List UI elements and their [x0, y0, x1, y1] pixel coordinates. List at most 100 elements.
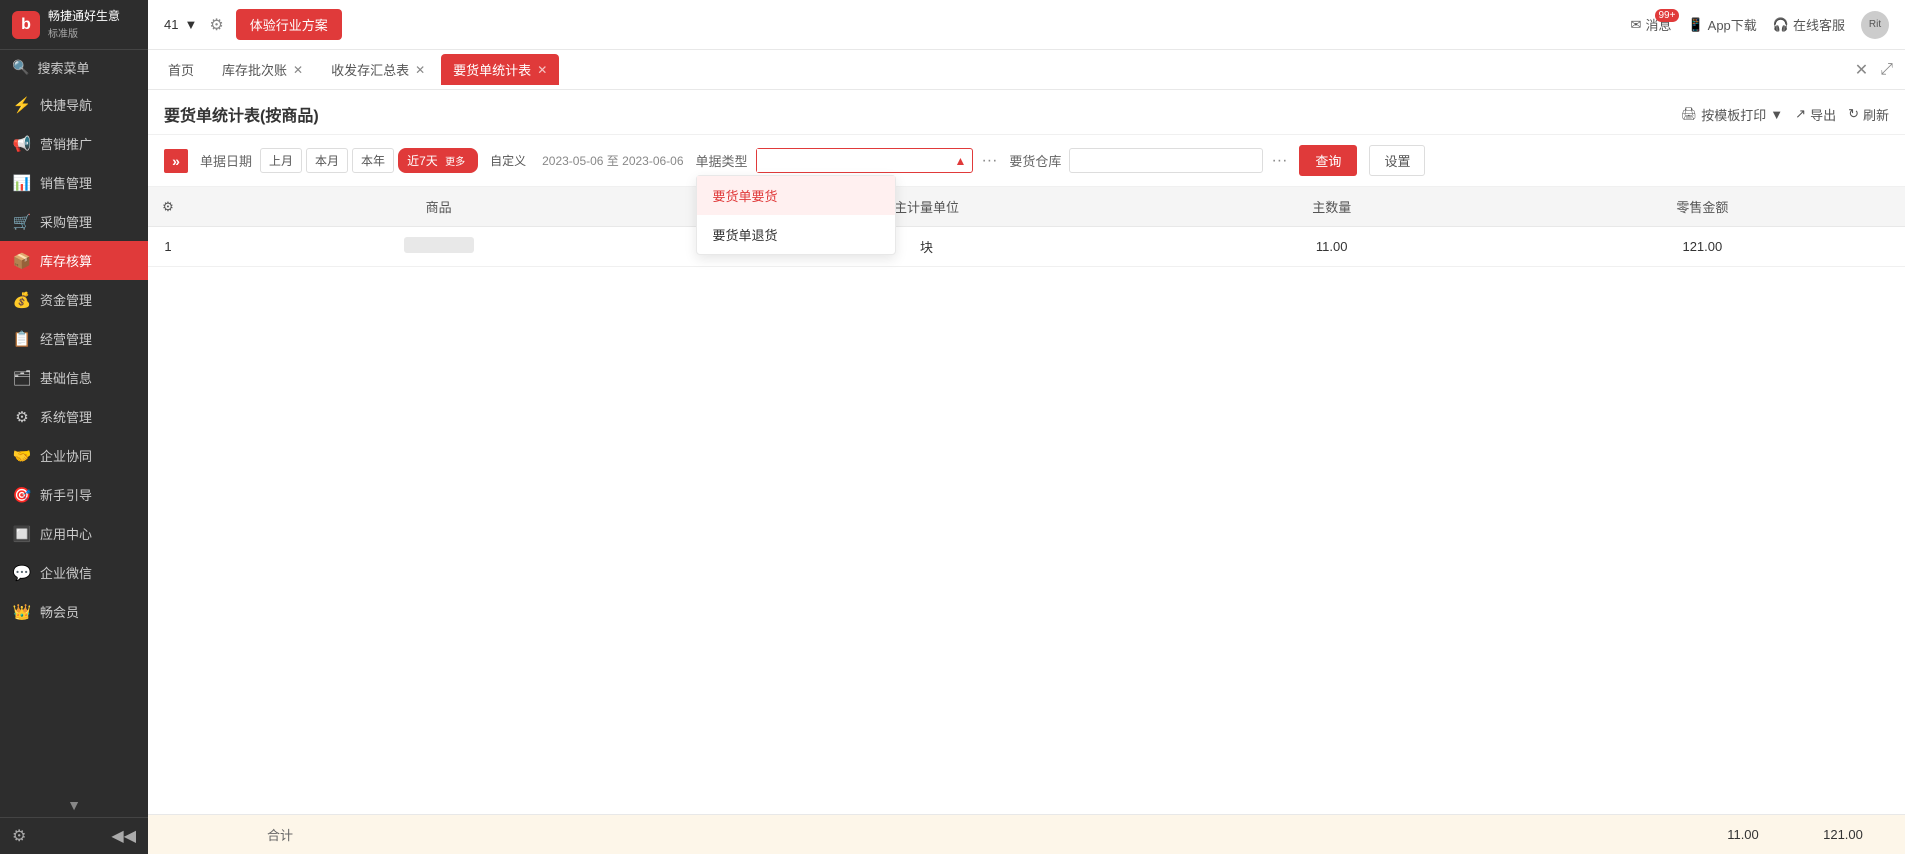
sidebar-item-quick-nav[interactable]: ⚡ 快捷导航	[0, 85, 148, 124]
sidebar-item-guide[interactable]: 🎯 新手引导	[0, 475, 148, 514]
sidebar-item-label: 企业协同	[40, 446, 92, 465]
tab-close-icon[interactable]: ✕	[293, 63, 303, 77]
collapse-icon[interactable]: ◀◀	[111, 826, 136, 846]
export-label: 导出	[1810, 105, 1836, 124]
sidebar-item-label: 系统管理	[40, 407, 92, 426]
guide-icon: 🎯	[12, 486, 32, 504]
logo-icon: b	[12, 11, 40, 39]
sidebar-item-finance[interactable]: 💰 资金管理	[0, 280, 148, 319]
sidebar-item-label: 畅会员	[40, 602, 79, 621]
search-label: 搜索菜单	[37, 58, 89, 77]
settings-icon: ⚙	[162, 199, 174, 214]
type-label: 单据类型	[696, 151, 748, 170]
trial-button[interactable]: 体验行业方案	[236, 9, 342, 40]
tab-order-stats[interactable]: 要货单统计表 ✕	[441, 54, 559, 85]
more-filters-icon[interactable]: ···	[981, 152, 997, 170]
table-footer: 合计 11.00 121.00	[148, 814, 1905, 854]
sidebar-item-app-center[interactable]: 🔲 应用中心	[0, 514, 148, 553]
app-download-action[interactable]: 📱 App下载	[1687, 15, 1756, 34]
warehouse-filter-group: 要货仓库 ···	[1009, 148, 1287, 173]
curr-year-btn[interactable]: 本年	[352, 148, 394, 173]
date-range: 上月 本月 本年 近7天 更多 自定义	[260, 148, 534, 173]
filter-bar: » 单据日期 上月 本月 本年 近7天 更多 自定义 2023-05-06 至 …	[148, 135, 1905, 187]
th-settings[interactable]: ⚙	[148, 187, 188, 227]
warehouse-label: 要货仓库	[1009, 151, 1061, 170]
dropdown-item-return[interactable]: 要货单退货	[697, 215, 895, 254]
tab-home[interactable]: 首页	[156, 54, 206, 85]
sidebar-item-inventory[interactable]: 📦 库存核算	[0, 241, 148, 280]
app-center-icon: 🔲	[12, 525, 32, 543]
week7-btn[interactable]: 近7天 更多	[398, 148, 478, 173]
th-product: 商品	[188, 187, 689, 227]
type-input[interactable]	[757, 149, 949, 172]
sales-icon: 📊	[12, 174, 32, 192]
app-name: 畅捷通好生意	[48, 9, 120, 25]
search-icon: 🔍	[12, 59, 29, 76]
marketing-icon: 📢	[12, 135, 32, 153]
main-content: 41 ▼ ⚙ 体验行业方案 ✉ 消息 99+ 📱 App下载 🎧 在线客服 Ri…	[148, 0, 1905, 854]
product-placeholder	[404, 237, 474, 253]
system-icon: ⚙	[12, 408, 32, 426]
download-icon: 📱	[1687, 17, 1703, 33]
sidebar-item-label: 库存核算	[40, 251, 92, 270]
sidebar-item-marketing[interactable]: 📢 营销推广	[0, 124, 148, 163]
wechat-icon: 💬	[12, 564, 32, 582]
chevron-down-icon: ▼	[184, 17, 197, 32]
tab-close-icon[interactable]: ✕	[537, 63, 547, 77]
close-all-icon[interactable]: ✕	[1851, 56, 1872, 84]
custom-date-btn[interactable]: 自定义	[482, 149, 534, 172]
print-button[interactable]: 🖨 按模板打印 ▼	[1681, 105, 1783, 124]
type-dropdown: 要货单要货 要货单退货	[696, 175, 896, 255]
sidebar-item-sales[interactable]: 📊 销售管理	[0, 163, 148, 202]
date-filter-group: 单据日期 上月 本月 本年 近7天 更多 自定义 2023-05-06 至 20…	[200, 148, 684, 173]
top-header: 41 ▼ ⚙ 体验行业方案 ✉ 消息 99+ 📱 App下载 🎧 在线客服 Ri…	[148, 0, 1905, 50]
tab-label: 收发存汇总表	[331, 60, 409, 79]
quick-nav-icon: ⚡	[12, 96, 32, 114]
footer-label: 合计	[160, 825, 360, 844]
settings-icon[interactable]: ⚙	[12, 826, 26, 846]
page-header: 要货单统计表(按商品) 🖨 按模板打印 ▼ ↗ 导出 ↻ 刷新	[148, 90, 1905, 135]
curr-month-btn[interactable]: 本月	[306, 148, 348, 173]
sidebar-item-purchase[interactable]: 🛒 采购管理	[0, 202, 148, 241]
dropdown-item-order[interactable]: 要货单要货	[697, 176, 895, 215]
type-chevron-up-icon[interactable]: ▲	[949, 150, 973, 172]
user-avatar[interactable]: Rit	[1861, 11, 1889, 39]
sidebar-item-wechat[interactable]: 💬 企业微信	[0, 553, 148, 592]
warehouse-input[interactable]	[1069, 148, 1263, 173]
warehouse-more-icon[interactable]: ···	[1271, 152, 1287, 170]
base-info-icon: 🗂	[12, 369, 32, 387]
search-menu[interactable]: 🔍 搜索菜单	[0, 50, 148, 85]
sidebar-item-operations[interactable]: 📋 经营管理	[0, 319, 148, 358]
row-product	[188, 227, 689, 267]
sidebar-item-enterprise[interactable]: 🤝 企业协同	[0, 436, 148, 475]
member-icon: 👑	[12, 603, 32, 621]
sidebar-item-label: 新手引导	[40, 485, 92, 504]
row-quantity: 11.00	[1164, 227, 1500, 267]
message-icon: ✉	[1631, 17, 1642, 33]
query-button[interactable]: 查询	[1299, 145, 1357, 176]
sidebar-item-system[interactable]: ⚙ 系统管理	[0, 397, 148, 436]
filter-expand-button[interactable]: »	[164, 149, 188, 173]
sidebar-item-member[interactable]: 👑 畅会员	[0, 592, 148, 631]
maximize-icon[interactable]: ⤢	[1876, 57, 1897, 83]
logo-area: b 畅捷通好生意 标准版	[0, 0, 148, 50]
date-label: 单据日期	[200, 151, 252, 170]
online-service-action[interactable]: 🎧 在线客服	[1773, 15, 1845, 34]
settings-button[interactable]: 设置	[1369, 145, 1425, 176]
print-label: 按模板打印	[1701, 105, 1766, 124]
tab-close-icon[interactable]: ✕	[415, 63, 425, 77]
store-selector[interactable]: 41 ▼	[164, 17, 197, 32]
prev-month-btn[interactable]: 上月	[260, 148, 302, 173]
refresh-icon: ↻	[1848, 106, 1859, 122]
sidebar-item-base-info[interactable]: 🗂 基础信息	[0, 358, 148, 397]
messages-action[interactable]: ✉ 消息 99+	[1631, 15, 1672, 34]
header-gear-icon[interactable]: ⚙	[209, 15, 223, 35]
tab-batch-account[interactable]: 库存批次账 ✕	[210, 54, 315, 85]
scroll-down-btn[interactable]: ▼	[0, 793, 148, 817]
page-title: 要货单统计表(按商品)	[164, 102, 319, 126]
sidebar-item-label: 营销推广	[40, 134, 92, 153]
refresh-button[interactable]: ↻ 刷新	[1848, 105, 1889, 124]
export-button[interactable]: ↗ 导出	[1795, 105, 1836, 124]
inventory-icon: 📦	[12, 252, 32, 270]
tab-receipts-summary[interactable]: 收发存汇总表 ✕	[319, 54, 437, 85]
